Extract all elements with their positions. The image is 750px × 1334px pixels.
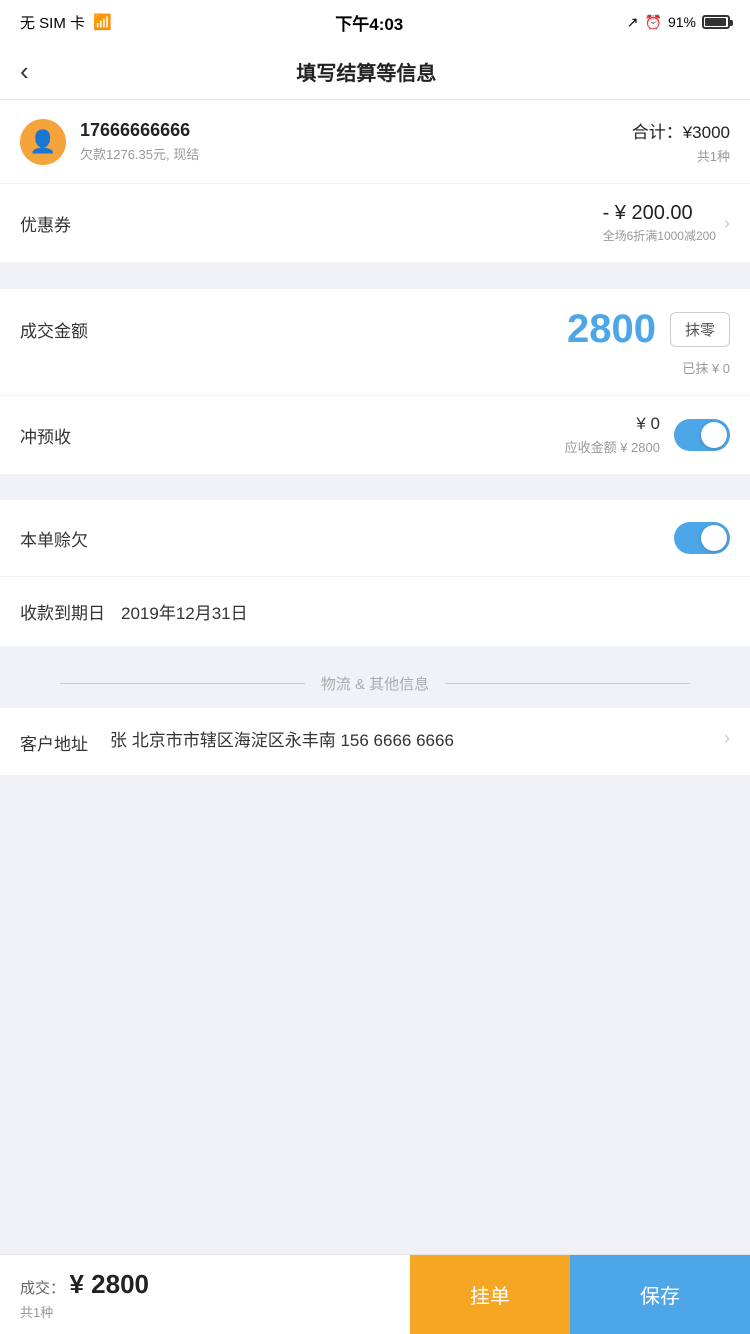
debt-toggle-knob bbox=[701, 525, 727, 551]
bottom-deal-row: 成交： ¥ 2800 bbox=[20, 1269, 390, 1300]
bottom-spacer bbox=[0, 787, 750, 987]
battery-percent: 91% bbox=[668, 14, 696, 30]
debt-label: 本单赊欠 bbox=[20, 526, 88, 551]
toggle-knob bbox=[701, 422, 727, 448]
gray-divider-1 bbox=[0, 275, 750, 289]
round-button[interactable]: 抹零 bbox=[670, 312, 730, 347]
status-time: 下午4:03 bbox=[335, 10, 403, 35]
prepay-right: ¥ 0 应收金额 ¥ 2800 bbox=[565, 414, 730, 456]
address-section: 客户地址 张 北京市市辖区海淀区永丰南 156 6666 6666 › bbox=[0, 708, 750, 775]
amount-value: 2800 bbox=[567, 307, 656, 352]
gray-divider-2 bbox=[0, 486, 750, 500]
status-bar: 无 SIM 卡 📶 下午4:03 ↗ ⏰ 91% bbox=[0, 0, 750, 44]
address-value: 张 北京市市辖区海淀区永丰南 156 6666 6666 bbox=[110, 728, 714, 754]
location-icon: ↗ bbox=[627, 14, 639, 31]
debt-section: 本单赊欠 收款到期日 2019年12月31日 bbox=[0, 500, 750, 646]
coupon-label: 优惠券 bbox=[20, 211, 71, 236]
carrier-text: 无 SIM 卡 bbox=[20, 12, 85, 33]
duedate-value: 2019年12月31日 bbox=[121, 599, 248, 624]
coupon-description: 全场6折满1000减200 bbox=[603, 227, 716, 244]
coupon-info: - ¥ 200.00 全场6折满1000减200 bbox=[603, 202, 716, 244]
amount-section: 成交金额 2800 抹零 已抹 ¥ 0 冲预收 ¥ 0 应收金额 ¥ 2800 bbox=[0, 289, 750, 474]
prepay-values: ¥ 0 应收金额 ¥ 2800 bbox=[565, 414, 660, 456]
coupon-row[interactable]: 优惠券 - ¥ 200.00 全场6折满1000减200 › bbox=[0, 184, 750, 263]
customer-row: 👤 17666666666 欠款1276.35元, 现结 合计：¥3000 共1… bbox=[0, 100, 750, 184]
customer-info-right: 合计：¥3000 共1种 bbox=[632, 118, 730, 165]
customer-phone: 17666666666 bbox=[80, 120, 199, 141]
page-title: 填写结算等信息 bbox=[49, 57, 684, 86]
address-label: 客户地址 bbox=[20, 730, 100, 755]
chevron-right-icon: › bbox=[724, 213, 730, 234]
address-chevron-icon: › bbox=[724, 728, 730, 749]
battery-icon bbox=[702, 15, 730, 29]
total-count: 共1种 bbox=[632, 146, 730, 165]
logistics-text: 物流 & 其他信息 bbox=[305, 673, 445, 694]
bottom-bar: 成交： ¥ 2800 共1种 挂单 保存 bbox=[0, 1254, 750, 1334]
prepay-row: 冲预收 ¥ 0 应收金额 ¥ 2800 bbox=[0, 396, 750, 474]
hang-button[interactable]: 挂单 bbox=[410, 1255, 570, 1334]
amount-sub: 已抹 ¥ 0 bbox=[20, 358, 730, 377]
amount-label: 成交金额 bbox=[20, 317, 88, 342]
avatar: 👤 bbox=[20, 119, 66, 165]
status-right: ↗ ⏰ 91% bbox=[627, 14, 730, 31]
status-left: 无 SIM 卡 📶 bbox=[20, 12, 112, 33]
duedate-row: 收款到期日 2019年12月31日 bbox=[0, 577, 750, 646]
bottom-summary: 成交： ¥ 2800 共1种 bbox=[0, 1255, 410, 1334]
customer-details: 17666666666 欠款1276.35元, 现结 bbox=[80, 120, 199, 163]
amount-row-container: 成交金额 2800 抹零 已抹 ¥ 0 bbox=[0, 289, 750, 396]
prepay-toggle[interactable] bbox=[674, 419, 730, 451]
total-amount: 合计：¥3000 bbox=[632, 118, 730, 143]
nav-bar: ‹ 填写结算等信息 bbox=[0, 44, 750, 100]
bottom-actions: 挂单 保存 bbox=[410, 1255, 750, 1334]
save-button[interactable]: 保存 bbox=[570, 1255, 750, 1334]
alarm-icon: ⏰ bbox=[645, 14, 662, 31]
coupon-discount: - ¥ 200.00 bbox=[603, 202, 716, 225]
wifi-icon: 📶 bbox=[93, 13, 112, 31]
address-row[interactable]: 客户地址 张 北京市市辖区海淀区永丰南 156 6666 6666 › bbox=[0, 708, 750, 775]
coupon-right: - ¥ 200.00 全场6折满1000减200 › bbox=[603, 202, 730, 244]
debt-toggle[interactable] bbox=[674, 522, 730, 554]
duedate-label: 收款到期日 bbox=[20, 599, 105, 624]
prepay-amount: ¥ 0 bbox=[565, 414, 660, 434]
amount-row: 成交金额 2800 抹零 bbox=[20, 307, 730, 352]
bottom-amount: ¥ 2800 bbox=[69, 1269, 149, 1299]
customer-subtitle: 欠款1276.35元, 现结 bbox=[80, 144, 199, 163]
customer-section: 👤 17666666666 欠款1276.35元, 现结 合计：¥3000 共1… bbox=[0, 100, 750, 263]
back-button[interactable]: ‹ bbox=[20, 56, 29, 87]
debt-row: 本单赊欠 bbox=[0, 500, 750, 577]
bottom-deal-label: 成交： bbox=[20, 1280, 65, 1297]
customer-info-left: 👤 17666666666 欠款1276.35元, 现结 bbox=[20, 119, 199, 165]
logistics-divider: 物流 & 其他信息 bbox=[0, 658, 750, 708]
bottom-count: 共1种 bbox=[20, 1302, 390, 1321]
amount-value-group: 2800 抹零 bbox=[567, 307, 730, 352]
prepay-receivable: 应收金额 ¥ 2800 bbox=[565, 437, 660, 456]
prepay-label: 冲预收 bbox=[20, 423, 71, 448]
